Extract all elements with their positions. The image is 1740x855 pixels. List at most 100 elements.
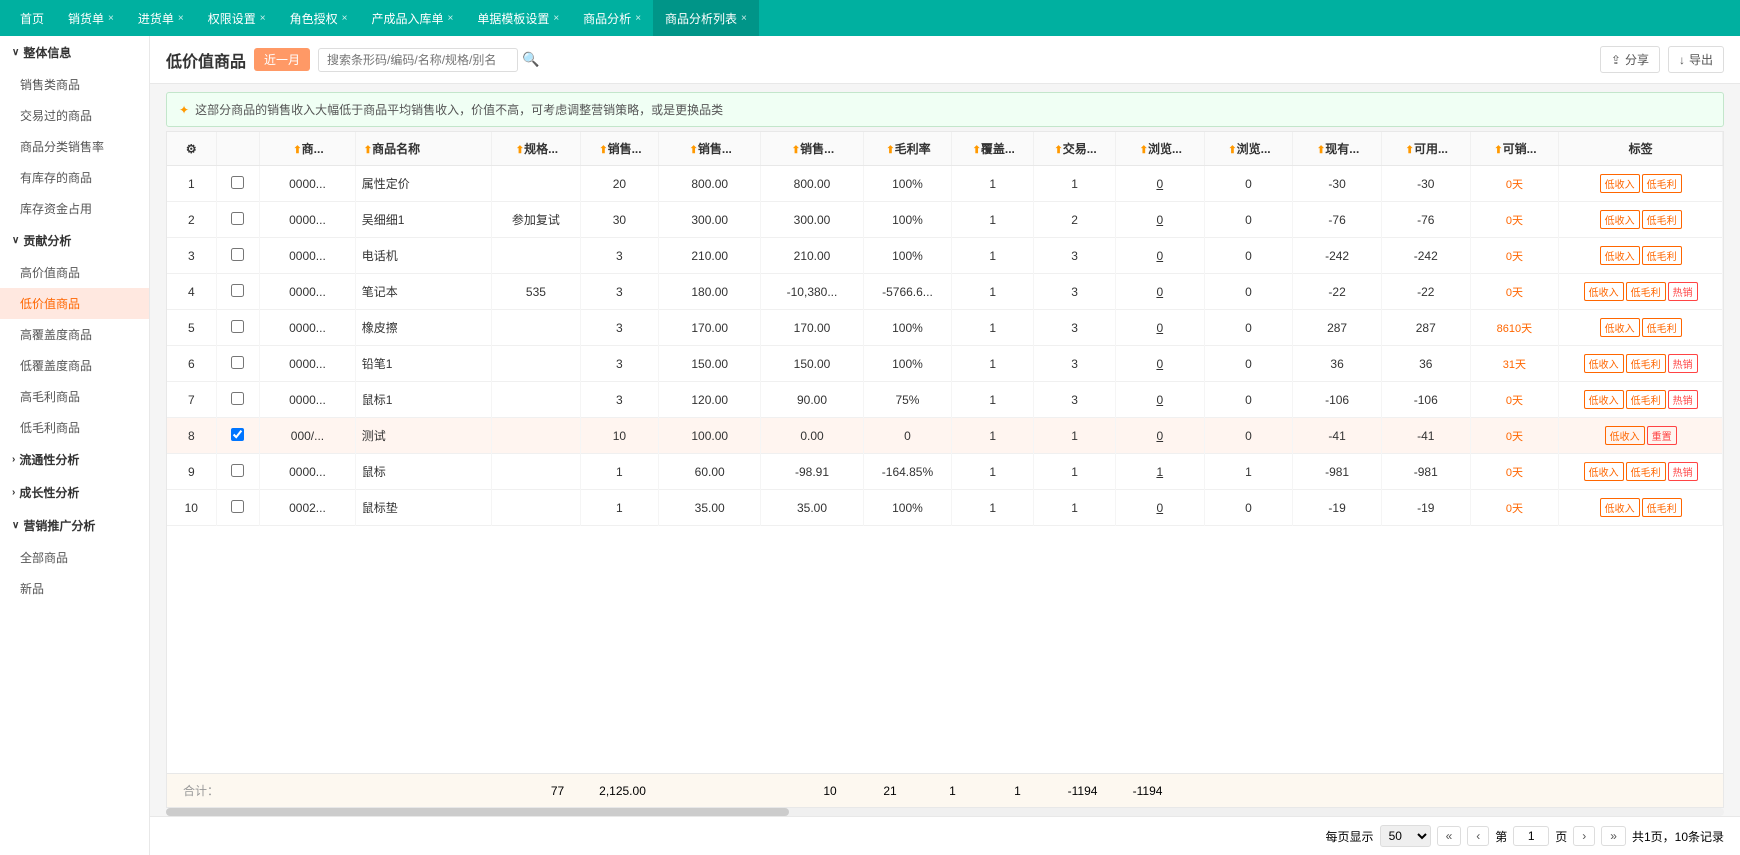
browse1-link[interactable]: 0 xyxy=(1156,249,1163,263)
browse1-cell[interactable]: 0 xyxy=(1115,310,1204,346)
sidebar-item-all-goods[interactable]: 全部商品 xyxy=(0,542,149,573)
sidebar-item-low-margin[interactable]: 低毛利商品 xyxy=(0,412,149,443)
code-column-header[interactable]: ⬆商... xyxy=(260,132,355,166)
share-button[interactable]: ⇪ 分享 xyxy=(1600,46,1660,73)
page-number-input[interactable] xyxy=(1513,826,1549,846)
export-button[interactable]: ↓ 导出 xyxy=(1668,46,1724,73)
browse1-cell[interactable]: 0 xyxy=(1115,238,1204,274)
browse1-link[interactable]: 0 xyxy=(1156,501,1163,515)
row-checkbox[interactable] xyxy=(231,284,244,297)
row-checkbox-cell[interactable] xyxy=(216,382,260,418)
nav-product-analysis[interactable]: 商品分析 × xyxy=(571,0,653,36)
browse1-cell[interactable]: 0 xyxy=(1115,418,1204,454)
nav-close-icon[interactable]: × xyxy=(635,13,641,24)
row-checkbox-cell[interactable] xyxy=(216,418,260,454)
saleable-column-header[interactable]: ⬆可销... xyxy=(1470,132,1559,166)
sales-amt-column-header[interactable]: ⬆销售... xyxy=(659,132,761,166)
row-checkbox-cell[interactable] xyxy=(216,310,260,346)
nav-close-icon[interactable]: × xyxy=(178,13,184,24)
sidebar-section-marketing[interactable]: ∨ 营销推广分析 xyxy=(0,509,149,542)
sales-avg-column-header[interactable]: ⬆销售... xyxy=(761,132,863,166)
spec-column-header[interactable]: ⬆规格... xyxy=(492,132,581,166)
prev-page-button[interactable]: ‹ xyxy=(1467,826,1489,846)
browse1-link[interactable]: 1 xyxy=(1156,465,1163,479)
nav-purchase-order[interactable]: 进货单 × xyxy=(126,0,196,36)
row-checkbox[interactable] xyxy=(231,320,244,333)
sidebar-item-high-coverage[interactable]: 高覆盖度商品 xyxy=(0,319,149,350)
page-size-select[interactable]: 50 100 200 xyxy=(1380,825,1431,847)
row-checkbox[interactable] xyxy=(231,356,244,369)
browse1-link[interactable]: 0 xyxy=(1156,321,1163,335)
browse1-link[interactable]: 0 xyxy=(1156,393,1163,407)
row-checkbox[interactable] xyxy=(231,176,244,189)
row-checkbox[interactable] xyxy=(231,212,244,225)
nav-close-icon[interactable]: × xyxy=(260,13,266,24)
last-page-button[interactable]: » xyxy=(1601,826,1626,846)
nav-sales-order[interactable]: 销货单 × xyxy=(56,0,126,36)
sidebar-item-low-coverage[interactable]: 低覆盖度商品 xyxy=(0,350,149,381)
nav-close-icon[interactable]: × xyxy=(741,13,747,24)
avail-column-header[interactable]: ⬆可用... xyxy=(1381,132,1470,166)
sidebar-item-category-sales-rate[interactable]: 商品分类销售率 xyxy=(0,131,149,162)
row-checkbox-cell[interactable] xyxy=(216,202,260,238)
browse1-column-header[interactable]: ⬆浏览... xyxy=(1115,132,1204,166)
row-checkbox-cell[interactable] xyxy=(216,346,260,382)
nav-product-stock[interactable]: 产成品入库单 × xyxy=(359,0,465,36)
table-container[interactable]: ⚙ ⬆商... ⬆商品名称 ⬆规格... ⬆销售... xyxy=(166,131,1724,774)
sidebar-section-overall[interactable]: ∨ 整体信息 xyxy=(0,36,149,69)
sidebar-item-new-goods[interactable]: 新品 xyxy=(0,573,149,604)
nav-template[interactable]: 单据模板设置 × xyxy=(465,0,571,36)
row-checkbox-cell[interactable] xyxy=(216,454,260,490)
row-checkbox[interactable] xyxy=(231,248,244,261)
search-icon[interactable]: 🔍 xyxy=(522,51,539,68)
sidebar-item-high-value[interactable]: 高价值商品 xyxy=(0,257,149,288)
browse1-cell[interactable]: 0 xyxy=(1115,166,1204,202)
browse1-cell[interactable]: 0 xyxy=(1115,490,1204,526)
trade-column-header[interactable]: ⬆交易... xyxy=(1034,132,1116,166)
next-page-button[interactable]: › xyxy=(1573,826,1595,846)
settings-column-header[interactable]: ⚙ xyxy=(167,132,216,166)
nav-close-icon[interactable]: × xyxy=(553,13,559,24)
sidebar-item-sales-goods[interactable]: 销售类商品 xyxy=(0,69,149,100)
row-checkbox-cell[interactable] xyxy=(216,238,260,274)
browse1-link[interactable]: 0 xyxy=(1156,357,1163,371)
nav-product-analysis-list[interactable]: 商品分析列表 × xyxy=(653,0,759,36)
browse1-cell[interactable]: 0 xyxy=(1115,382,1204,418)
row-checkbox-cell[interactable] xyxy=(216,166,260,202)
nav-role[interactable]: 角色授权 × xyxy=(278,0,360,36)
browse1-link[interactable]: 0 xyxy=(1156,213,1163,227)
row-checkbox-cell[interactable] xyxy=(216,490,260,526)
nav-close-icon[interactable]: × xyxy=(342,13,348,24)
nav-home[interactable]: 首页 xyxy=(8,0,56,36)
browse1-cell[interactable]: 0 xyxy=(1115,202,1204,238)
row-checkbox[interactable] xyxy=(231,428,244,441)
stock-column-header[interactable]: ⬆现有... xyxy=(1293,132,1382,166)
browse1-cell[interactable]: 0 xyxy=(1115,346,1204,382)
sidebar-section-growth[interactable]: › 成长性分析 xyxy=(0,476,149,509)
row-checkbox[interactable] xyxy=(231,392,244,405)
row-checkbox[interactable] xyxy=(231,500,244,513)
first-page-button[interactable]: « xyxy=(1437,826,1462,846)
browse1-cell[interactable]: 1 xyxy=(1115,454,1204,490)
scrollbar[interactable] xyxy=(166,808,1724,816)
filter-button[interactable]: 近一月 xyxy=(254,48,310,71)
sidebar-item-stock-capital[interactable]: 库存资金占用 xyxy=(0,193,149,224)
nav-close-icon[interactable]: × xyxy=(108,13,114,24)
browse1-cell[interactable]: 0 xyxy=(1115,274,1204,310)
sidebar-item-high-margin[interactable]: 高毛利商品 xyxy=(0,381,149,412)
nav-close-icon[interactable]: × xyxy=(447,13,453,24)
browse2-column-header[interactable]: ⬆浏览... xyxy=(1204,132,1293,166)
browse1-link[interactable]: 0 xyxy=(1156,429,1163,443)
row-checkbox[interactable] xyxy=(231,464,244,477)
sales-qty-column-header[interactable]: ⬆销售... xyxy=(580,132,658,166)
browse1-link[interactable]: 0 xyxy=(1156,285,1163,299)
gross-rate-column-header[interactable]: ⬆毛利率 xyxy=(863,132,952,166)
sidebar-item-low-value[interactable]: 低价值商品 xyxy=(0,288,149,319)
nav-permission[interactable]: 权限设置 × xyxy=(196,0,278,36)
browse1-link[interactable]: 0 xyxy=(1156,177,1163,191)
coverage-column-header[interactable]: ⬆覆盖... xyxy=(952,132,1034,166)
sidebar-item-stock-goods[interactable]: 有库存的商品 xyxy=(0,162,149,193)
row-checkbox-cell[interactable] xyxy=(216,274,260,310)
search-input[interactable] xyxy=(318,48,518,72)
sidebar-section-circulation[interactable]: › 流通性分析 xyxy=(0,443,149,476)
